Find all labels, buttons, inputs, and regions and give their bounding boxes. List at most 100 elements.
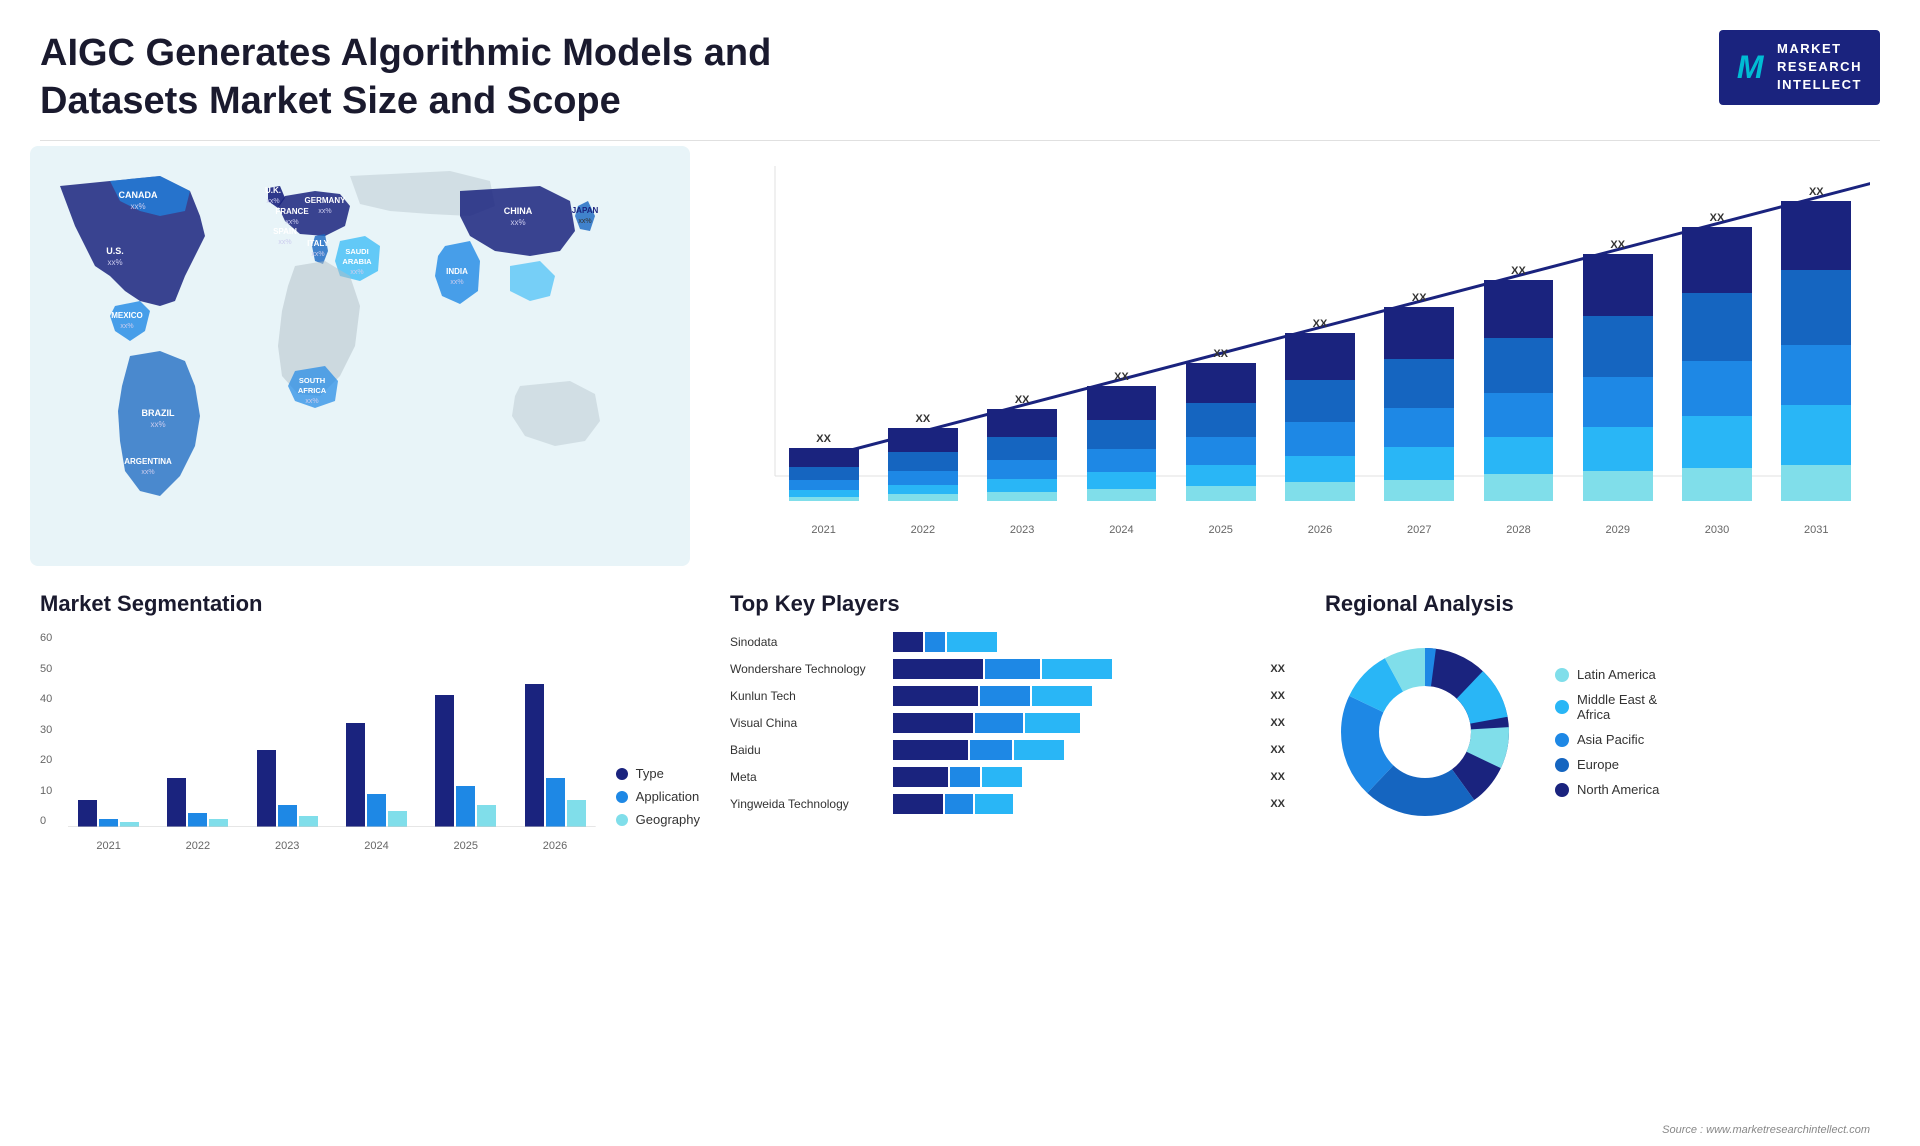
legend-geography: Geography [616, 812, 700, 827]
bar-segment [1682, 293, 1752, 361]
reg-north-america: North America [1555, 782, 1659, 797]
key-players-title: Top Key Players [730, 591, 1285, 617]
bar-group-2030: XX [1673, 212, 1760, 501]
brand-logo: M MARKET RESEARCH INTELLECT [1719, 30, 1880, 105]
bar-segment [1484, 338, 1554, 393]
bar-xlabel-2026: 2026 [1276, 524, 1363, 536]
asia-pacific-dot [1555, 733, 1569, 747]
seg-xlabel-2023: 2023 [247, 840, 328, 852]
europe-dot [1555, 758, 1569, 772]
svg-text:xx%: xx% [107, 258, 122, 267]
player-bar-seg3 [975, 794, 1013, 814]
svg-text:MEXICO: MEXICO [111, 311, 143, 320]
bar-segment [1781, 405, 1851, 465]
player-bar-seg3 [1042, 659, 1112, 679]
legend-application: Application [616, 789, 700, 804]
player-bar-seg2 [975, 713, 1023, 733]
bar-segment [1682, 468, 1752, 501]
bar-segment [1087, 449, 1157, 472]
geography-dot [616, 814, 628, 826]
legend-type: Type [616, 766, 700, 781]
player-bar-seg3 [982, 767, 1022, 787]
player-xx-label: XX [1270, 717, 1285, 729]
bar-label-2022: XX [916, 413, 931, 425]
player-bar-seg3 [1032, 686, 1092, 706]
bar-segment [1087, 386, 1157, 421]
bar-segment [1087, 489, 1157, 501]
bar-segment [1285, 422, 1355, 456]
svg-text:xx%: xx% [266, 198, 279, 205]
player-xx-label: XX [1270, 663, 1285, 675]
bar-segment [1484, 280, 1554, 337]
player-bar-seg3 [1025, 713, 1080, 733]
map-section: CANADA xx% U.S. xx% MEXICO xx% BRAZIL xx… [30, 146, 710, 586]
svg-text:xx%: xx% [305, 398, 318, 405]
bar-stack-2021 [789, 448, 859, 501]
svg-text:xx%: xx% [141, 469, 154, 476]
bar-segment [1781, 201, 1851, 270]
segmentation-section: Market Segmentation 60 50 40 30 20 10 0 … [30, 586, 710, 857]
bar-segment [1384, 307, 1454, 360]
svg-text:U.S.: U.S. [106, 246, 124, 256]
svg-text:SPAIN: SPAIN [273, 227, 297, 236]
bar-segment [1682, 416, 1752, 468]
application-dot [616, 791, 628, 803]
bar-segment [1186, 465, 1256, 486]
bar-stack-2030 [1682, 227, 1752, 501]
player-bar-seg1 [893, 632, 923, 652]
players-list: SinodataWondershare TechnologyXXKunlun T… [730, 632, 1285, 814]
svg-text:JAPAN: JAPAN [572, 206, 599, 215]
bar-label-2024: XX [1114, 371, 1129, 383]
bar-segment [1682, 361, 1752, 416]
bar-segment [789, 448, 859, 466]
bar-segment [1781, 465, 1851, 501]
bar-segment [1285, 380, 1355, 422]
world-map-svg: CANADA xx% U.S. xx% MEXICO xx% BRAZIL xx… [30, 146, 690, 566]
key-players-section: Top Key Players SinodataWondershare Tech… [720, 586, 1295, 857]
bar-group-2028: XX [1475, 265, 1562, 501]
bar-segment [1484, 393, 1554, 437]
bar-stack-2031 [1781, 201, 1851, 501]
player-xx-label: XX [1270, 690, 1285, 702]
player-row: BaiduXX [730, 740, 1285, 760]
bar-group-2024: XX [1078, 371, 1165, 501]
bar-group-2027: XX [1376, 292, 1463, 502]
bar-label-2026: XX [1313, 318, 1328, 330]
type-dot [616, 768, 628, 780]
bar-chart-area: XXXXXXXXXXXXXXXXXXXXXX 20212022202320242… [740, 156, 1870, 536]
bar-segment [1583, 471, 1653, 501]
player-name: Kunlun Tech [730, 689, 885, 703]
player-name: Baidu [730, 743, 885, 757]
north-america-dot [1555, 783, 1569, 797]
player-bar-seg1 [893, 659, 983, 679]
regional-legend: Latin America Middle East &Africa Asia P… [1555, 667, 1659, 797]
player-row: Kunlun Tech XX [730, 686, 1285, 706]
bar-segment [888, 494, 958, 501]
player-name: Sinodata [730, 635, 885, 649]
player-row: Sinodata [730, 632, 1285, 652]
bar-segment [1186, 437, 1256, 465]
bar-segment [1583, 254, 1653, 316]
svg-text:U.K.: U.K. [265, 186, 281, 195]
svg-text:FRANCE: FRANCE [275, 207, 309, 216]
header-divider [40, 140, 1880, 141]
bar-label-2027: XX [1412, 292, 1427, 304]
player-name: Visual China [730, 716, 885, 730]
source-text: Source : www.marketresearchintellect.com [1662, 1124, 1870, 1136]
svg-text:xx%: xx% [311, 251, 324, 258]
bar-xlabel-2031: 2031 [1773, 524, 1860, 536]
bar-stack-2024 [1087, 386, 1157, 501]
bar-group-2029: XX [1574, 239, 1661, 501]
bar-label-2025: XX [1213, 348, 1228, 360]
bar-segment [1781, 345, 1851, 405]
bar-segment [987, 437, 1057, 460]
bar-segment [1384, 359, 1454, 408]
player-row: Yingweida TechnologyXX [730, 794, 1285, 814]
segmentation-title: Market Segmentation [40, 591, 700, 617]
bar-segment [789, 497, 859, 501]
svg-text:xx%: xx% [120, 323, 133, 330]
latin-america-dot [1555, 668, 1569, 682]
svg-text:xx%: xx% [130, 202, 145, 211]
donut-chart [1325, 632, 1525, 832]
bar-xlabel-2024: 2024 [1078, 524, 1165, 536]
